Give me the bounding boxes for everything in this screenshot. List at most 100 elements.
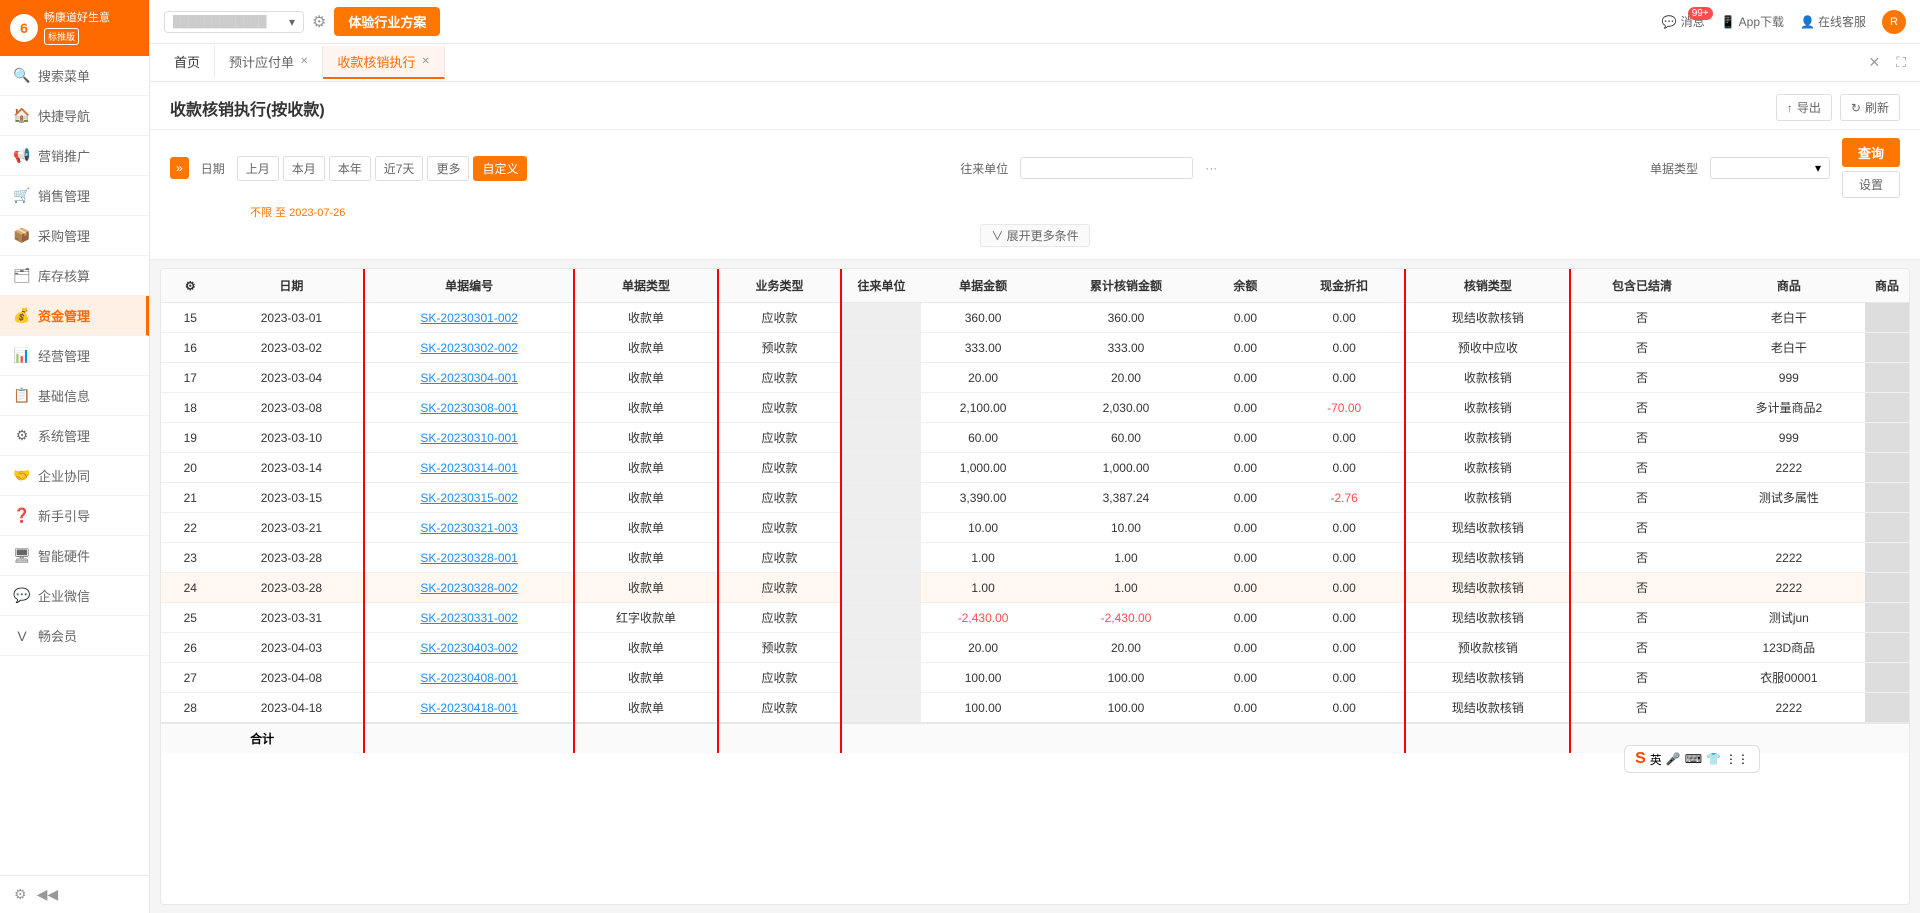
expand-row: ∨ 展开更多条件 [170, 220, 1900, 251]
ime-shirt-icon[interactable]: 👕 [1706, 752, 1721, 766]
doc-no-link[interactable]: SK-20230328-001 [420, 551, 517, 565]
user-avatar[interactable]: R [1882, 10, 1906, 34]
this-month-btn[interactable]: 本月 [283, 156, 325, 181]
sidebar-item-sales[interactable]: 🛒 销售管理 [0, 176, 149, 216]
ime-mic-icon[interactable]: 🎤 [1666, 752, 1681, 766]
doc-no-link[interactable]: SK-20230403-002 [420, 641, 517, 655]
sidebar-item-operation[interactable]: 📊 经营管理 [0, 336, 149, 376]
th-gear[interactable]: ⚙ [161, 269, 220, 303]
app-download-btn[interactable]: 📱 App下载 [1721, 13, 1784, 30]
th-biz-type[interactable]: 业务类型 [718, 269, 841, 303]
sidebar-item-corp[interactable]: 🤝 企业协同 [0, 456, 149, 496]
more-date-btn[interactable]: 更多 [427, 156, 469, 181]
doc-no-link[interactable]: SK-20230328-002 [420, 581, 517, 595]
industry-solution-btn[interactable]: 体验行业方案 [334, 7, 440, 36]
custom-date-btn[interactable]: 自定义 [473, 156, 527, 181]
collapse-icon[interactable]: ◀◀ [37, 886, 59, 903]
voucher-type-select[interactable]: ▾ [1710, 157, 1830, 179]
sidebar-item-inventory[interactable]: 🗂 库存核算 [0, 256, 149, 296]
th-doc-no[interactable]: 单据编号 [364, 269, 574, 303]
tab-pre-receivable-close[interactable]: ✕ [300, 56, 308, 67]
expand-tab-btn[interactable]: ⛶ [1892, 52, 1910, 73]
cell-counterpart [841, 303, 921, 333]
workspace-chevron: ▾ [289, 15, 295, 29]
sidebar-item-search[interactable]: 🔍 搜索菜单 [0, 56, 149, 96]
doc-no-link[interactable]: SK-20230301-002 [420, 311, 517, 325]
cell-balance: 0.00 [1207, 573, 1284, 603]
tab-home[interactable]: 首页 [160, 46, 215, 79]
th-cancel-amount[interactable]: 累计核销金额 [1045, 269, 1207, 303]
cell-no: 24 [161, 573, 220, 603]
cell-balance: 0.00 [1207, 333, 1284, 363]
ime-lang[interactable]: 英 [1650, 751, 1662, 768]
filter-ellipsis[interactable]: ··· [1205, 161, 1217, 175]
expand-conditions-btn[interactable]: ∨ 展开更多条件 [980, 224, 1089, 247]
th-cash-discount[interactable]: 现金折扣 [1284, 269, 1405, 303]
refresh-btn[interactable]: ↻ 刷新 [1840, 94, 1900, 121]
cell-counterpart [841, 573, 921, 603]
doc-no-link[interactable]: SK-20230304-001 [420, 371, 517, 385]
counterpart-input[interactable] [1029, 161, 1184, 175]
sidebar-item-finance[interactable]: 💰 资金管理 [0, 296, 149, 336]
tab-pre-receivable[interactable]: 预计应付单 ✕ [215, 46, 323, 79]
filter-collapse-btn[interactable]: » [170, 157, 189, 179]
doc-no-link[interactable]: SK-20230315-002 [420, 491, 517, 505]
sidebar-icon-wechat: 💬 [14, 588, 30, 604]
online-service-label: 在线客服 [1818, 13, 1866, 30]
sidebar-icon-quick-nav: 🏠 [14, 108, 30, 124]
doc-no-link[interactable]: SK-20230321-003 [420, 521, 517, 535]
th-counterpart[interactable]: 往来单位 [841, 269, 921, 303]
doc-no-link[interactable]: SK-20230331-002 [420, 611, 517, 625]
doc-no-link[interactable]: SK-20230408-001 [420, 671, 517, 685]
sidebar-item-purchase[interactable]: 📦 采购管理 [0, 216, 149, 256]
doc-no-link[interactable]: SK-20230302-002 [420, 341, 517, 355]
doc-no-link[interactable]: SK-20230308-001 [420, 401, 517, 415]
doc-no-link[interactable]: SK-20230314-001 [420, 461, 517, 475]
export-btn[interactable]: ↑ 导出 [1776, 94, 1832, 121]
this-year-btn[interactable]: 本年 [329, 156, 371, 181]
sidebar-label-marketing: 营销推广 [38, 146, 90, 165]
workspace-select[interactable]: ████████████ ▾ [164, 11, 304, 33]
last-month-btn[interactable]: 上月 [237, 156, 279, 181]
cell-counterpart [841, 603, 921, 633]
sidebar-item-basic[interactable]: 📋 基础信息 [0, 376, 149, 416]
sidebar-item-system[interactable]: ⚙ 系统管理 [0, 416, 149, 456]
th-include-settled[interactable]: 包含已结清 [1570, 269, 1712, 303]
sidebar-item-hardware[interactable]: 🖥 智能硬件 [0, 536, 149, 576]
th-cancel-type[interactable]: 核销类型 [1405, 269, 1570, 303]
cell-doc-type: 收款单 [574, 633, 718, 663]
th-balance[interactable]: 余额 [1207, 269, 1284, 303]
table-row: 15 2023-03-01 SK-20230301-002 收款单 应收款 36… [161, 303, 1909, 333]
close-tab-btn[interactable]: ✕ [1864, 52, 1884, 73]
ime-grid-icon[interactable]: ⋮⋮ [1725, 752, 1749, 766]
query-btn[interactable]: 查询 [1842, 138, 1900, 167]
th-amount[interactable]: 单据金额 [921, 269, 1045, 303]
sidebar-item-guide[interactable]: ❓ 新手引导 [0, 496, 149, 536]
messages-btn[interactable]: 💬 消息 99+ [1662, 13, 1705, 30]
gear-icon[interactable]: ⚙ [312, 12, 326, 32]
settings-icon[interactable]: ⚙ [14, 886, 27, 903]
tab-home-label: 首页 [174, 52, 200, 71]
expand-icon: ∨ [991, 229, 1003, 243]
last-7-days-btn[interactable]: 近7天 [375, 156, 424, 181]
th-date[interactable]: 日期 [220, 269, 365, 303]
online-service-btn[interactable]: 👤 在线客服 [1800, 13, 1866, 30]
cell-doc-no: SK-20230304-001 [364, 363, 574, 393]
th-product1[interactable]: 商品 [1713, 269, 1865, 303]
tabbar-actions: ✕ ⛶ [1864, 52, 1910, 73]
setting-btn[interactable]: 设置 [1842, 171, 1900, 198]
th-product2[interactable]: 商品 [1865, 269, 1909, 303]
tab-collection-cancel[interactable]: 收款核销执行 ✕ [323, 46, 444, 79]
doc-no-link[interactable]: SK-20230418-001 [420, 701, 517, 715]
counterpart-field[interactable] [1020, 157, 1193, 179]
sidebar-item-marketing[interactable]: 📢 营销推广 [0, 136, 149, 176]
tab-collection-cancel-close[interactable]: ✕ [421, 56, 429, 67]
doc-no-link[interactable]: SK-20230310-001 [420, 431, 517, 445]
cell-balance: 0.00 [1207, 513, 1284, 543]
ime-keyboard-icon[interactable]: ⌨ [1685, 752, 1702, 766]
sidebar-item-quick-nav[interactable]: 🏠 快捷导航 [0, 96, 149, 136]
date-range-display: 不限 至 2023-07-26 [250, 204, 1900, 220]
th-doc-type[interactable]: 单据类型 [574, 269, 718, 303]
sidebar-item-member[interactable]: V 畅会员 [0, 616, 149, 656]
sidebar-item-wechat[interactable]: 💬 企业微信 [0, 576, 149, 616]
